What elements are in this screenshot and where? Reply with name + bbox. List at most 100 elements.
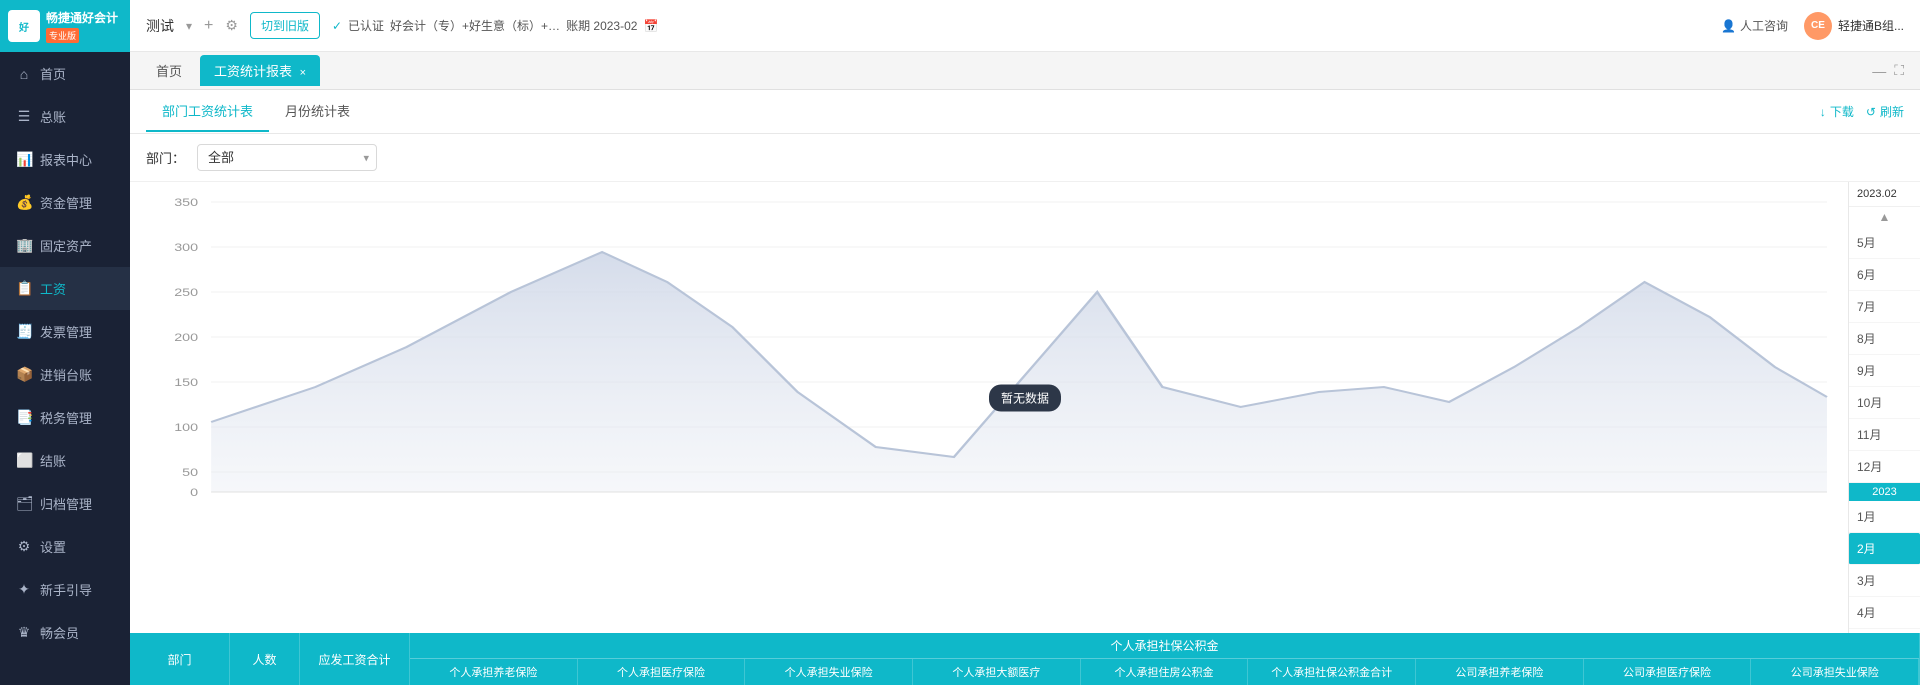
- svg-text:250: 250: [174, 286, 198, 299]
- date-month-6[interactable]: 6月: [1849, 259, 1920, 291]
- tab-salary-report[interactable]: 工资统计报表 ×: [200, 55, 320, 86]
- sidebar-item-newguide[interactable]: ✦ 新手引导: [0, 568, 130, 611]
- date-month-5[interactable]: 5月: [1849, 227, 1920, 259]
- col-company-medical: 公司承担医疗保险: [1584, 659, 1752, 685]
- sidebar-logo: 好 畅捷通好会计 专业版: [0, 0, 130, 52]
- topbar: 测试 ▾ + ⚙ 切到旧版 ✓ 已认证 好会计（专）+好生意（标）+… 账期 2…: [130, 0, 1920, 52]
- col-personal-unemploy: 个人承担失业保险: [745, 659, 913, 685]
- col-personal-medical: 个人承担医疗保险: [578, 659, 746, 685]
- home-icon: ⌂: [16, 66, 32, 82]
- sidebar-item-tax[interactable]: 📑 税务管理: [0, 396, 130, 439]
- col-dept: 部门: [130, 633, 230, 685]
- filter-dept-select[interactable]: 全部 部门1 部门2: [197, 144, 377, 171]
- switch-old-btn[interactable]: 切到旧版: [250, 12, 320, 39]
- filter-dept-label: 部门：: [146, 148, 185, 167]
- sidebar-item-archive[interactable]: 🗂 归档管理: [0, 482, 130, 525]
- sidebar-item-settle[interactable]: ⬜ 结账: [0, 439, 130, 482]
- date-panel-year: 2023.02: [1849, 182, 1920, 207]
- date-month-2[interactable]: 2月: [1849, 533, 1920, 565]
- svg-text:200: 200: [174, 331, 198, 344]
- project-title: 测试: [146, 16, 174, 36]
- refresh-btn[interactable]: ↺ 刷新: [1866, 103, 1904, 120]
- date-month-7[interactable]: 7月: [1849, 291, 1920, 323]
- purchase-icon: 📦: [16, 366, 32, 383]
- subtab-actions: ↓ 下载 ↺ 刷新: [1820, 103, 1904, 120]
- date-month-9[interactable]: 9月: [1849, 355, 1920, 387]
- col-count: 人数: [230, 633, 300, 685]
- date-month-1[interactable]: 1月: [1849, 501, 1920, 533]
- sidebar-item-home[interactable]: ⌂ 首页: [0, 52, 130, 95]
- funds-icon: 💰: [16, 194, 32, 211]
- sidebar-item-reports[interactable]: 📊 报表中心: [0, 138, 130, 181]
- col-company-pension: 公司承担养老保险: [1416, 659, 1584, 685]
- topbar-right: 👤 人工咨询 CE 轻捷通B组...: [1721, 12, 1904, 40]
- assets-icon: 🏢: [16, 237, 32, 254]
- col-personal-bigmedical: 个人承担大额医疗: [913, 659, 1081, 685]
- refresh-icon: ↺: [1866, 105, 1876, 119]
- member-icon: ♛: [16, 624, 32, 641]
- date-month-10[interactable]: 10月: [1849, 387, 1920, 419]
- archive-icon: 🗂: [16, 495, 32, 512]
- settle-icon: ⬜: [16, 452, 32, 469]
- window-minimize-icon[interactable]: —: [1872, 63, 1886, 79]
- date-nav-up[interactable]: ▲: [1849, 207, 1920, 227]
- sidebar-item-assets[interactable]: 🏢 固定资产: [0, 224, 130, 267]
- col-personal-total: 个人承担社保公积金合计: [1248, 659, 1416, 685]
- product-label: 好会计（专）+好生意（标）+…: [390, 17, 560, 34]
- service-icon: 👤: [1721, 19, 1736, 33]
- chart-area: 350 300 250 200 150 100 50 0: [130, 182, 1920, 633]
- invoice-icon: 🧾: [16, 323, 32, 340]
- ledger-icon: ☰: [16, 108, 32, 125]
- tab-close-icon[interactable]: ×: [300, 67, 306, 79]
- status-bar: ✓ 已认证 好会计（专）+好生意（标）+… 账期 2023-02 📅: [332, 17, 658, 34]
- download-btn[interactable]: ↓ 下载: [1820, 103, 1854, 120]
- col-personal-housing: 个人承担住房公积金: [1081, 659, 1249, 685]
- date-month-3[interactable]: 3月: [1849, 565, 1920, 597]
- sidebar-item-invoice[interactable]: 🧾 发票管理: [0, 310, 130, 353]
- sidebar-item-purchase[interactable]: 📦 进销台账: [0, 353, 130, 396]
- date-month-4[interactable]: 4月: [1849, 597, 1920, 629]
- filter-dept-wrap: 全部 部门1 部门2 ▾: [197, 144, 377, 171]
- sidebar-item-salary[interactable]: 📋 工资: [0, 267, 130, 310]
- settings-icon[interactable]: ⚙: [225, 17, 238, 34]
- username-label[interactable]: 轻捷通B组...: [1838, 17, 1904, 34]
- svg-text:350: 350: [174, 196, 198, 209]
- user-area: CE 轻捷通B组...: [1804, 12, 1904, 40]
- col-personal-pension: 个人承担养老保险: [410, 659, 578, 685]
- svg-text:100: 100: [174, 421, 198, 434]
- calendar-icon[interactable]: 📅: [643, 19, 658, 33]
- period-label: 账期 2023-02: [566, 17, 637, 34]
- download-icon: ↓: [1820, 105, 1826, 119]
- date-panel: 2023.02 ▲ 5月 6月 7月 8月 9月 10月 11月 12月 202…: [1848, 182, 1920, 633]
- svg-text:300: 300: [174, 241, 198, 254]
- sidebar-item-ledger[interactable]: ☰ 总账: [0, 95, 130, 138]
- reports-icon: 📊: [16, 151, 32, 168]
- filter-bar: 部门： 全部 部门1 部门2 ▾: [130, 134, 1920, 182]
- chart-svg: 350 300 250 200 150 100 50 0: [146, 192, 1840, 512]
- sidebar: 好 畅捷通好会计 专业版 ⌂ 首页 ☰ 总账 📊 报表中心 💰 资金管理 🏢 固…: [0, 0, 130, 685]
- date-month-12[interactable]: 12月: [1849, 451, 1920, 483]
- sidebar-item-settings[interactable]: ⚙ 设置: [0, 525, 130, 568]
- window-maximize-icon[interactable]: ⛶: [1894, 62, 1904, 79]
- tax-icon: 📑: [16, 409, 32, 426]
- sidebar-item-member[interactable]: ♛ 畅会员: [0, 611, 130, 654]
- service-btn[interactable]: 👤 人工咨询: [1721, 17, 1788, 34]
- tabbar: 首页 工资统计报表 × — ⛶: [130, 52, 1920, 90]
- newguide-icon: ✦: [16, 581, 32, 598]
- subtab-dept[interactable]: 部门工资统计表: [146, 91, 269, 132]
- logo-text: 畅捷通好会计 专业版: [46, 9, 118, 43]
- svg-text:150: 150: [174, 376, 198, 389]
- content-area: 部门工资统计表 月份统计表 ↓ 下载 ↺ 刷新 部门： 全部: [130, 90, 1920, 685]
- sidebar-item-funds[interactable]: 💰 资金管理: [0, 181, 130, 224]
- date-month-11[interactable]: 11月: [1849, 419, 1920, 451]
- project-dropdown-icon[interactable]: ▾: [186, 19, 192, 33]
- date-nav-down[interactable]: ▼: [1849, 629, 1920, 633]
- add-icon[interactable]: +: [204, 17, 213, 35]
- tab-home[interactable]: 首页: [142, 55, 196, 86]
- settings-icon: ⚙: [16, 538, 32, 555]
- certified-label: 已认证: [348, 17, 384, 34]
- date-month-8[interactable]: 8月: [1849, 323, 1920, 355]
- main-area: 测试 ▾ + ⚙ 切到旧版 ✓ 已认证 好会计（专）+好生意（标）+… 账期 2…: [130, 0, 1920, 685]
- subtab-month[interactable]: 月份统计表: [269, 91, 366, 132]
- year-marker-2023: 2023: [1849, 483, 1920, 501]
